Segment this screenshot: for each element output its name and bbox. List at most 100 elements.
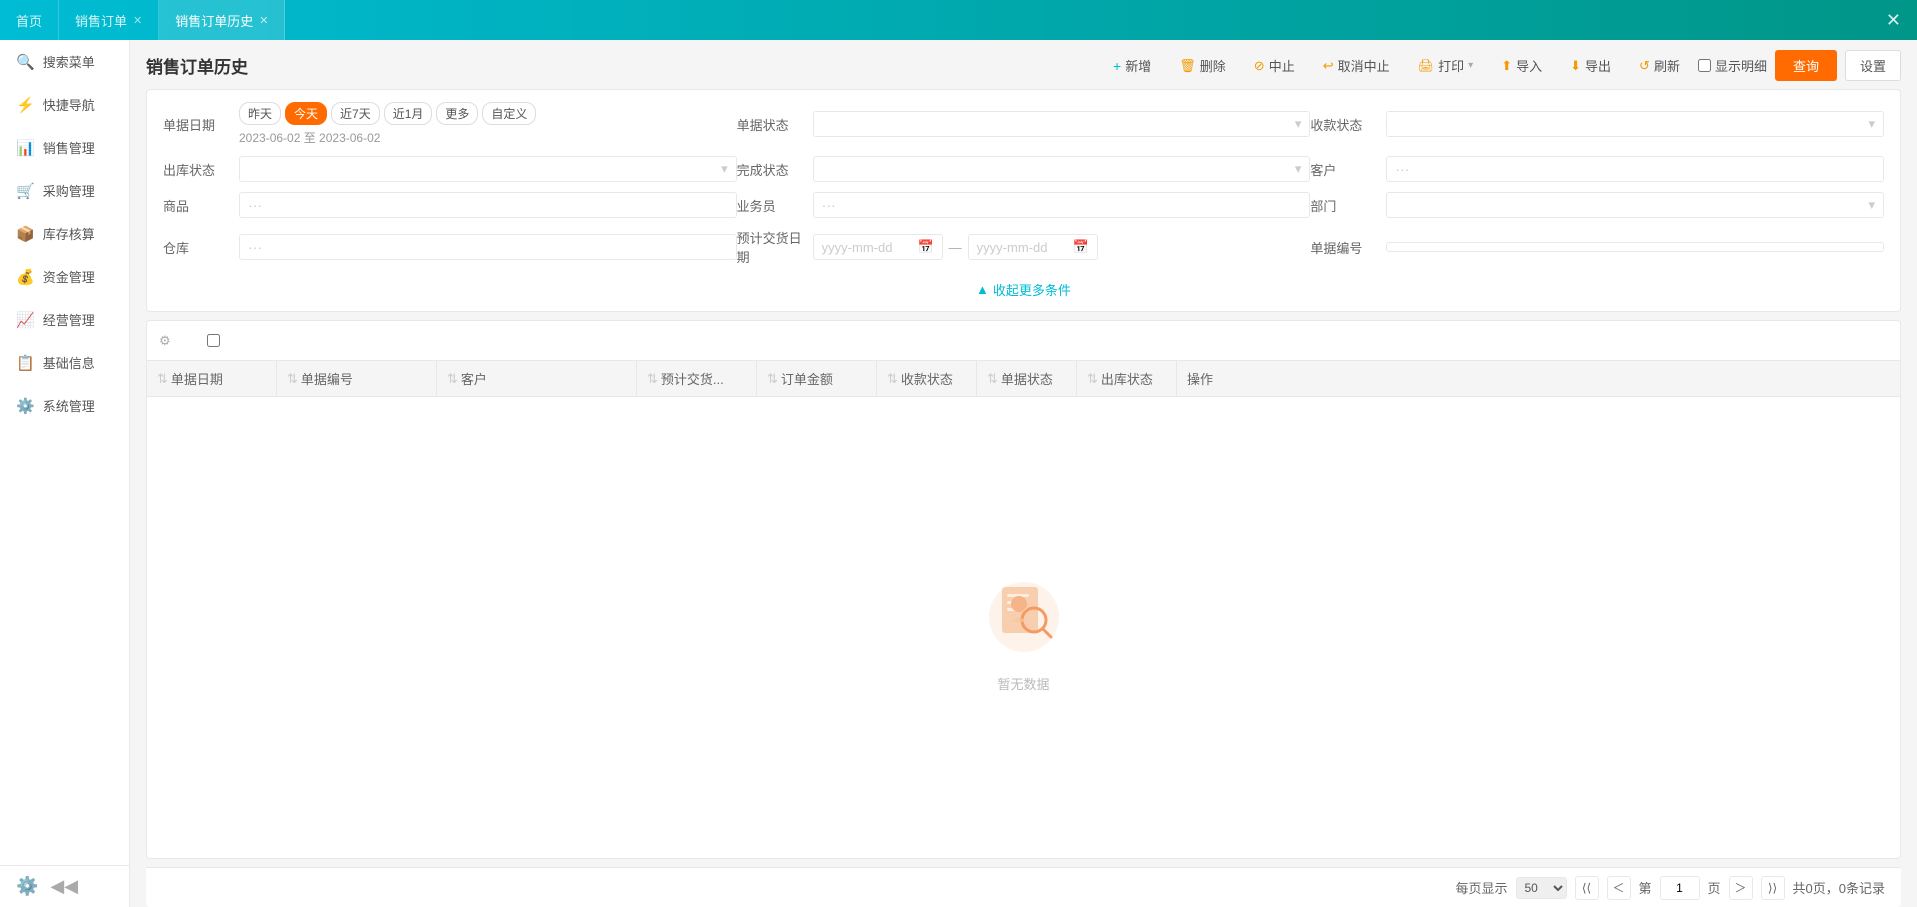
complete-select[interactable]: ▾ bbox=[813, 156, 1311, 182]
show-detail-label: 显示明细 bbox=[1715, 56, 1767, 75]
th-customer[interactable]: ⇅ 客户 bbox=[437, 361, 637, 396]
date-btn-7days[interactable]: 近7天 bbox=[331, 102, 380, 125]
tab-home[interactable]: 首页 bbox=[0, 0, 59, 40]
status-select[interactable]: ▾ bbox=[813, 111, 1311, 137]
th-num[interactable]: ⇅ 单据编号 bbox=[277, 361, 437, 396]
refresh-icon: ↺ bbox=[1639, 58, 1650, 74]
filter-area: 单据日期 昨天 今天 近7天 近1月 更多 自定义 2023-06-02 至 2… bbox=[146, 89, 1901, 312]
salesman-label: 业务员 bbox=[737, 196, 807, 215]
department-select[interactable]: ▾ bbox=[1386, 192, 1884, 218]
cancel-stop-btn-label: 取消中止 bbox=[1338, 56, 1390, 75]
stop-button[interactable]: ⊘ 中止 bbox=[1244, 51, 1305, 80]
cancel-stop-button[interactable]: ↩ 取消中止 bbox=[1313, 51, 1400, 80]
th-delivery-sort-icon: ⇅ bbox=[647, 371, 658, 387]
show-detail-input[interactable] bbox=[1698, 59, 1711, 72]
stop-icon: ⊘ bbox=[1254, 58, 1265, 74]
prev-page-btn[interactable]: ＜ bbox=[1607, 876, 1631, 900]
sidebar-item-sales[interactable]: 📊 销售管理 bbox=[0, 126, 129, 169]
stock-out-select[interactable]: ▾ bbox=[239, 156, 737, 182]
inventory-icon: 📦 bbox=[16, 225, 35, 243]
new-button[interactable]: + 新增 bbox=[1103, 51, 1161, 80]
delivery-end-input[interactable]: yyyy-mm-dd 📅 bbox=[968, 234, 1098, 260]
next-page-btn[interactable]: ＞ bbox=[1729, 876, 1753, 900]
sidebar-item-inventory[interactable]: 📦 库存核算 bbox=[0, 212, 129, 255]
th-amount[interactable]: ⇅ 订单金额 bbox=[757, 361, 877, 396]
salesman-input[interactable]: ··· bbox=[813, 192, 1311, 218]
th-receipt-sort-icon: ⇅ bbox=[887, 371, 898, 387]
product-input[interactable]: ··· bbox=[239, 192, 737, 218]
stock-out-label: 出库状态 bbox=[163, 160, 233, 179]
refresh-button[interactable]: ↺ 刷新 bbox=[1629, 51, 1690, 80]
refresh-btn-label: 刷新 bbox=[1654, 56, 1680, 75]
th-num-label: 单据编号 bbox=[301, 369, 353, 388]
receipt-label: 收款状态 bbox=[1310, 115, 1380, 134]
window-close-btn[interactable]: ✕ bbox=[1870, 10, 1917, 31]
calendar-start-icon[interactable]: 📅 bbox=[917, 239, 933, 255]
export-button[interactable]: ⬇ 导出 bbox=[1560, 51, 1621, 80]
customer-input[interactable]: ··· bbox=[1386, 156, 1884, 182]
print-button[interactable]: 🖨 打印 ▾ bbox=[1408, 51, 1484, 80]
sidebar-item-purchase[interactable]: 🛒 采购管理 bbox=[0, 169, 129, 212]
th-date[interactable]: ⇅ 单据日期 bbox=[147, 361, 277, 396]
import-button[interactable]: ⬆ 导入 bbox=[1491, 51, 1552, 80]
show-detail-checkbox[interactable]: 显示明细 bbox=[1698, 56, 1767, 75]
sales-icon: 📊 bbox=[16, 139, 35, 157]
complete-dropdown-icon: ▾ bbox=[1295, 161, 1302, 177]
bill-num-input[interactable] bbox=[1386, 242, 1884, 252]
date-btn-more[interactable]: 更多 bbox=[436, 102, 478, 125]
receipt-select[interactable]: ▾ bbox=[1386, 111, 1884, 137]
status-label: 单据状态 bbox=[737, 115, 807, 134]
th-ops-label: 操作 bbox=[1187, 369, 1213, 388]
th-stock[interactable]: ⇅ 出库状态 bbox=[1077, 361, 1177, 396]
filter-row-3: 商品 ··· 业务员 ··· 部门 ▾ bbox=[163, 192, 1884, 218]
date-label: 单据日期 bbox=[163, 115, 233, 134]
page-size-select[interactable]: 50 20 100 bbox=[1516, 877, 1567, 899]
date-quick-btns: 昨天 今天 近7天 近1月 更多 自定义 bbox=[239, 102, 536, 125]
collapse-bar[interactable]: ▲ 收起更多条件 bbox=[163, 276, 1884, 299]
collapse-sidebar-icon[interactable]: ◀◀ bbox=[50, 876, 78, 897]
delivery-start-input[interactable]: yyyy-mm-dd 📅 bbox=[813, 234, 943, 260]
page-label: 第 bbox=[1639, 878, 1652, 897]
set-button[interactable]: 设置 bbox=[1845, 50, 1901, 81]
query-button[interactable]: 查询 bbox=[1775, 50, 1837, 81]
delete-button[interactable]: 🗑 删除 bbox=[1169, 51, 1236, 80]
sidebar-item-management[interactable]: 📈 经营管理 bbox=[0, 298, 129, 341]
settings-bottom-icon[interactable]: ⚙️ bbox=[16, 876, 38, 897]
select-all-checkbox[interactable] bbox=[207, 334, 220, 347]
th-receipt[interactable]: ⇅ 收款状态 bbox=[877, 361, 977, 396]
purchase-icon: 🛒 bbox=[16, 182, 35, 200]
warehouse-input[interactable]: ··· bbox=[239, 234, 737, 260]
th-delivery[interactable]: ⇅ 预计交货... bbox=[637, 361, 757, 396]
date-btn-1month[interactable]: 近1月 bbox=[384, 102, 433, 125]
filter-row-2: 出库状态 ▾ 完成状态 ▾ 客户 ··· bbox=[163, 156, 1884, 182]
sidebar-item-inventory-label: 库存核算 bbox=[43, 224, 95, 243]
tab-sales-history-close[interactable]: ✕ bbox=[259, 14, 268, 27]
page-size-label: 每页显示 bbox=[1455, 878, 1507, 897]
page-number-input[interactable] bbox=[1660, 876, 1700, 900]
settings-icon[interactable]: ⚙ bbox=[159, 333, 199, 349]
tab-sales-order-label: 销售订单 bbox=[75, 11, 127, 30]
sidebar-item-search[interactable]: 🔍 搜索菜单 bbox=[0, 40, 129, 83]
tab-sales-order[interactable]: 销售订单 ✕ bbox=[59, 0, 159, 40]
sidebar-item-finance[interactable]: 💰 资金管理 bbox=[0, 255, 129, 298]
table-toolbar: ⚙ bbox=[147, 321, 1900, 361]
empty-illustration bbox=[974, 562, 1074, 662]
sidebar-item-basic[interactable]: 📋 基础信息 bbox=[0, 341, 129, 384]
date-btn-custom[interactable]: 自定义 bbox=[482, 102, 536, 125]
tab-sales-order-close[interactable]: ✕ bbox=[133, 14, 142, 27]
stock-out-dropdown-icon: ▾ bbox=[721, 161, 728, 177]
sidebar-item-quicknav[interactable]: ⚡ 快捷导航 bbox=[0, 83, 129, 126]
th-status[interactable]: ⇅ 单据状态 bbox=[977, 361, 1077, 396]
date-btn-today[interactable]: 今天 bbox=[285, 102, 327, 125]
customer-dots: ··· bbox=[1395, 161, 1409, 177]
first-page-btn[interactable]: ⟨⟨ bbox=[1575, 876, 1599, 900]
page-header: 销售订单历史 + 新增 🗑 删除 ⊘ 中止 ↩ 取消中止 bbox=[130, 40, 1917, 89]
page-title: 销售订单历史 bbox=[146, 53, 248, 78]
sidebar-item-system[interactable]: ⚙️ 系统管理 bbox=[0, 384, 129, 427]
date-btn-yesterday[interactable]: 昨天 bbox=[239, 102, 281, 125]
calendar-end-icon[interactable]: 📅 bbox=[1072, 239, 1088, 255]
th-customer-sort-icon: ⇅ bbox=[447, 371, 458, 387]
tab-home-label: 首页 bbox=[16, 11, 42, 30]
last-page-btn[interactable]: ⟩⟩ bbox=[1761, 876, 1785, 900]
tab-sales-history[interactable]: 销售订单历史 ✕ bbox=[159, 0, 285, 40]
